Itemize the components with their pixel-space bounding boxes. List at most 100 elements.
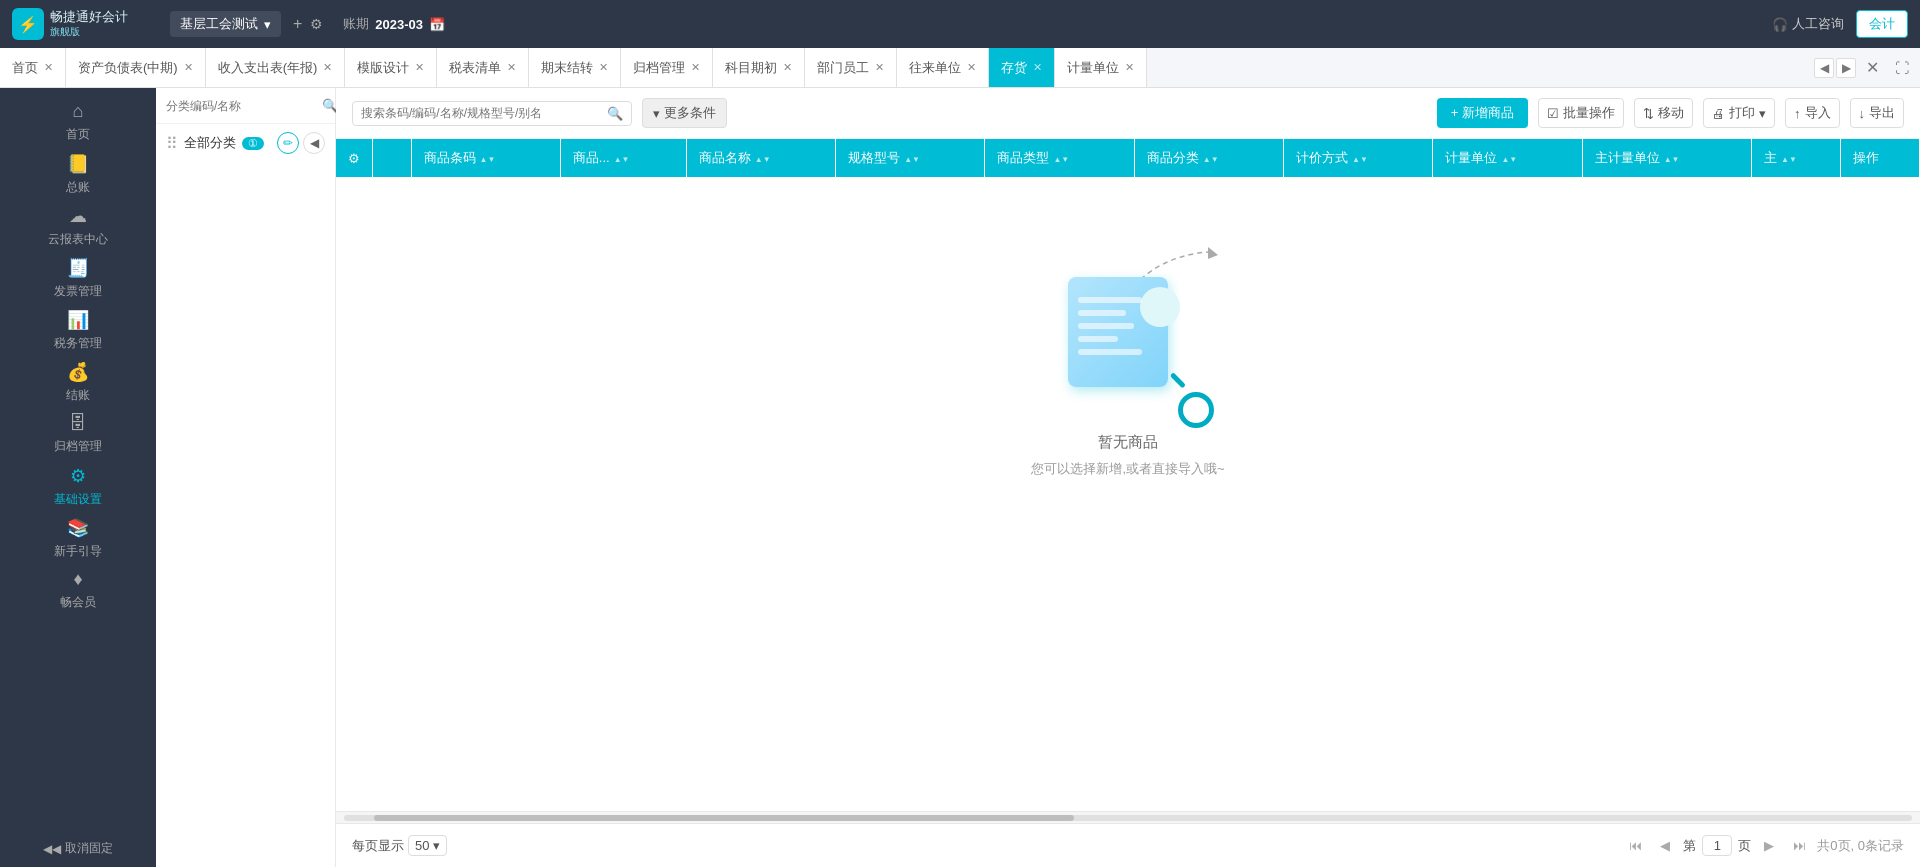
- print-button[interactable]: 🖨 打印 ▾: [1703, 98, 1775, 128]
- sidebar-item-云报表中心[interactable]: ☁云报表中心: [6, 200, 150, 252]
- move-button[interactable]: ⇅ 移动: [1634, 98, 1693, 128]
- tab-item[interactable]: 部门员工✕: [805, 48, 897, 88]
- tab-close-icon[interactable]: ✕: [1125, 61, 1134, 74]
- category-actions: ✏ ◀: [277, 132, 325, 154]
- sidebar-item-首页[interactable]: ⌂首页: [6, 96, 150, 148]
- col-header-checkbox: [373, 139, 412, 177]
- product-search-box[interactable]: 🔍: [352, 101, 632, 126]
- sort-arrows-icon: ▲▼: [904, 155, 920, 164]
- company-selector[interactable]: 基层工会测试 ▾: [170, 11, 281, 37]
- tab-item[interactable]: 存货✕: [989, 48, 1055, 88]
- sidebar-item-总账[interactable]: 📒总账: [6, 148, 150, 200]
- col-header-spec[interactable]: 规格型号▲▼: [836, 139, 985, 177]
- close-all-tabs-button[interactable]: ✕: [1858, 54, 1886, 82]
- tab-item[interactable]: 计量单位✕: [1055, 48, 1147, 88]
- tab-next-button[interactable]: ▶: [1836, 58, 1856, 78]
- tab-close-icon[interactable]: ✕: [875, 61, 884, 74]
- sort-arrows-icon: ▲▼: [1053, 155, 1069, 164]
- tab-close-icon[interactable]: ✕: [599, 61, 608, 74]
- col-header-price_mode[interactable]: 计价方式▲▼: [1284, 139, 1433, 177]
- all-categories-item[interactable]: ⠿ 全部分类 ① ✏ ◀: [156, 124, 335, 162]
- scroll-track[interactable]: [344, 815, 1912, 821]
- sidebar-item-结账[interactable]: 💰结账: [6, 356, 150, 408]
- sidebar-label: 基础设置: [54, 491, 102, 508]
- tab-close-icon[interactable]: ✕: [1033, 61, 1042, 74]
- product-search-input[interactable]: [361, 106, 601, 120]
- page-size-selector[interactable]: 每页显示 50 ▾: [352, 835, 447, 856]
- tab-item[interactable]: 资产负债表(中期)✕: [66, 48, 206, 88]
- tab-item[interactable]: 期末结转✕: [529, 48, 621, 88]
- page-number-input[interactable]: 1: [1702, 835, 1732, 856]
- col-header-barcode[interactable]: 商品条码▲▼: [411, 139, 560, 177]
- tab-close-icon[interactable]: ✕: [967, 61, 976, 74]
- collapse-panel-button[interactable]: ◀: [303, 132, 325, 154]
- tab-item[interactable]: 首页✕: [0, 48, 66, 88]
- edit-category-button[interactable]: ✏: [277, 132, 299, 154]
- sidebar-item-归档管理[interactable]: 🗄归档管理: [6, 408, 150, 460]
- col-header-code[interactable]: 商品...▲▼: [560, 139, 686, 177]
- expand-icon[interactable]: ⛶: [1888, 54, 1916, 82]
- search-icon[interactable]: 🔍: [607, 106, 623, 121]
- settings-icon[interactable]: ⚙: [310, 16, 323, 32]
- export-button[interactable]: ↓ 导出: [1850, 98, 1905, 128]
- right-panel: 🔍 ▾ 更多条件 + 新增商品 ☑ 批量操作 ⇅ 移动: [336, 88, 1920, 867]
- tab-close-icon[interactable]: ✕: [323, 61, 332, 74]
- content-area: 🔍 ⠿ 全部分类 ① ✏ ◀ 🔍: [156, 88, 1920, 867]
- batch-operation-button[interactable]: ☑ 批量操作: [1538, 98, 1624, 128]
- sort-arrows-icon: ▲▼: [755, 155, 771, 164]
- sidebar-item-发票管理[interactable]: 🧾发票管理: [6, 252, 150, 304]
- sort-arrows-icon: ▲▼: [1352, 155, 1368, 164]
- col-header-main_unit[interactable]: 主计量单位▲▼: [1582, 139, 1751, 177]
- calendar-icon[interactable]: 📅: [429, 17, 445, 32]
- sidebar-item-畅会员[interactable]: ♦畅会员: [6, 564, 150, 616]
- scroll-bar[interactable]: [336, 811, 1920, 823]
- total-info: 共0页, 0条记录: [1817, 837, 1904, 855]
- sidebar-label: 总账: [66, 179, 90, 196]
- sidebar-icon: 💰: [67, 361, 89, 383]
- human-service-button[interactable]: 🎧 人工咨询: [1772, 15, 1844, 33]
- tab-item[interactable]: 收入支出表(年报)✕: [206, 48, 346, 88]
- tab-close-icon[interactable]: ✕: [415, 61, 424, 74]
- app-name: 畅捷通好会计 旗舰版: [50, 9, 128, 39]
- sidebar-item-税务管理[interactable]: 📊税务管理: [6, 304, 150, 356]
- period-area: 账期 2023-03 📅: [343, 15, 445, 33]
- first-page-button[interactable]: ⏮: [1623, 834, 1647, 858]
- tab-close-icon[interactable]: ✕: [44, 61, 53, 74]
- tab-item[interactable]: 税表清单✕: [437, 48, 529, 88]
- filter-button[interactable]: ▾ 更多条件: [642, 98, 727, 128]
- tab-close-icon[interactable]: ✕: [507, 61, 516, 74]
- dropdown-arrow-icon: ▾: [433, 838, 440, 853]
- tab-item[interactable]: 往来单位✕: [897, 48, 989, 88]
- tab-close-icon[interactable]: ✕: [691, 61, 700, 74]
- last-page-button[interactable]: ⏭: [1787, 834, 1811, 858]
- col-header-unit[interactable]: 计量单位▲▼: [1433, 139, 1582, 177]
- tab-item[interactable]: 科目期初✕: [713, 48, 805, 88]
- col-header-col3[interactable]: 主▲▼: [1752, 139, 1841, 177]
- import-button[interactable]: ↑ 导入: [1785, 98, 1840, 128]
- tab-close-icon[interactable]: ✕: [184, 61, 193, 74]
- page-size-dropdown[interactable]: 50 ▾: [408, 835, 447, 856]
- sidebar-icon: ⚙: [70, 465, 86, 487]
- batch-icon: ☑: [1547, 106, 1559, 121]
- tab-close-icon[interactable]: ✕: [783, 61, 792, 74]
- col-header-type[interactable]: 商品类型▲▼: [985, 139, 1134, 177]
- add-tab-button[interactable]: +: [293, 15, 302, 33]
- add-product-button[interactable]: + 新增商品: [1437, 98, 1528, 128]
- tab-item[interactable]: 模版设计✕: [345, 48, 437, 88]
- sidebar-icon: ♦: [73, 569, 82, 590]
- unpin-button[interactable]: ◀◀ 取消固定: [0, 830, 156, 867]
- main-layout: ⌂首页📒总账☁云报表中心🧾发票管理📊税务管理💰结账🗄归档管理 ⚙ 基础设置 📚新手引导…: [0, 88, 1920, 867]
- col-header-name[interactable]: 商品名称▲▼: [686, 139, 835, 177]
- prev-page-button[interactable]: ◀: [1653, 834, 1677, 858]
- sidebar-label: 首页: [66, 126, 90, 143]
- scroll-thumb[interactable]: [374, 815, 1074, 821]
- sidebar-icon: 📊: [67, 309, 89, 331]
- tab-prev-button[interactable]: ◀: [1814, 58, 1834, 78]
- sidebar-item-新手引导[interactable]: 📚新手引导: [6, 512, 150, 564]
- sidebar-item-基础设置[interactable]: ⚙ 基础设置: [6, 460, 150, 512]
- col-header-category[interactable]: 商品分类▲▼: [1134, 139, 1283, 177]
- category-search-input[interactable]: [166, 99, 316, 113]
- kuaiji-button[interactable]: 会计: [1856, 10, 1908, 38]
- next-page-button[interactable]: ▶: [1757, 834, 1781, 858]
- tab-item[interactable]: 归档管理✕: [621, 48, 713, 88]
